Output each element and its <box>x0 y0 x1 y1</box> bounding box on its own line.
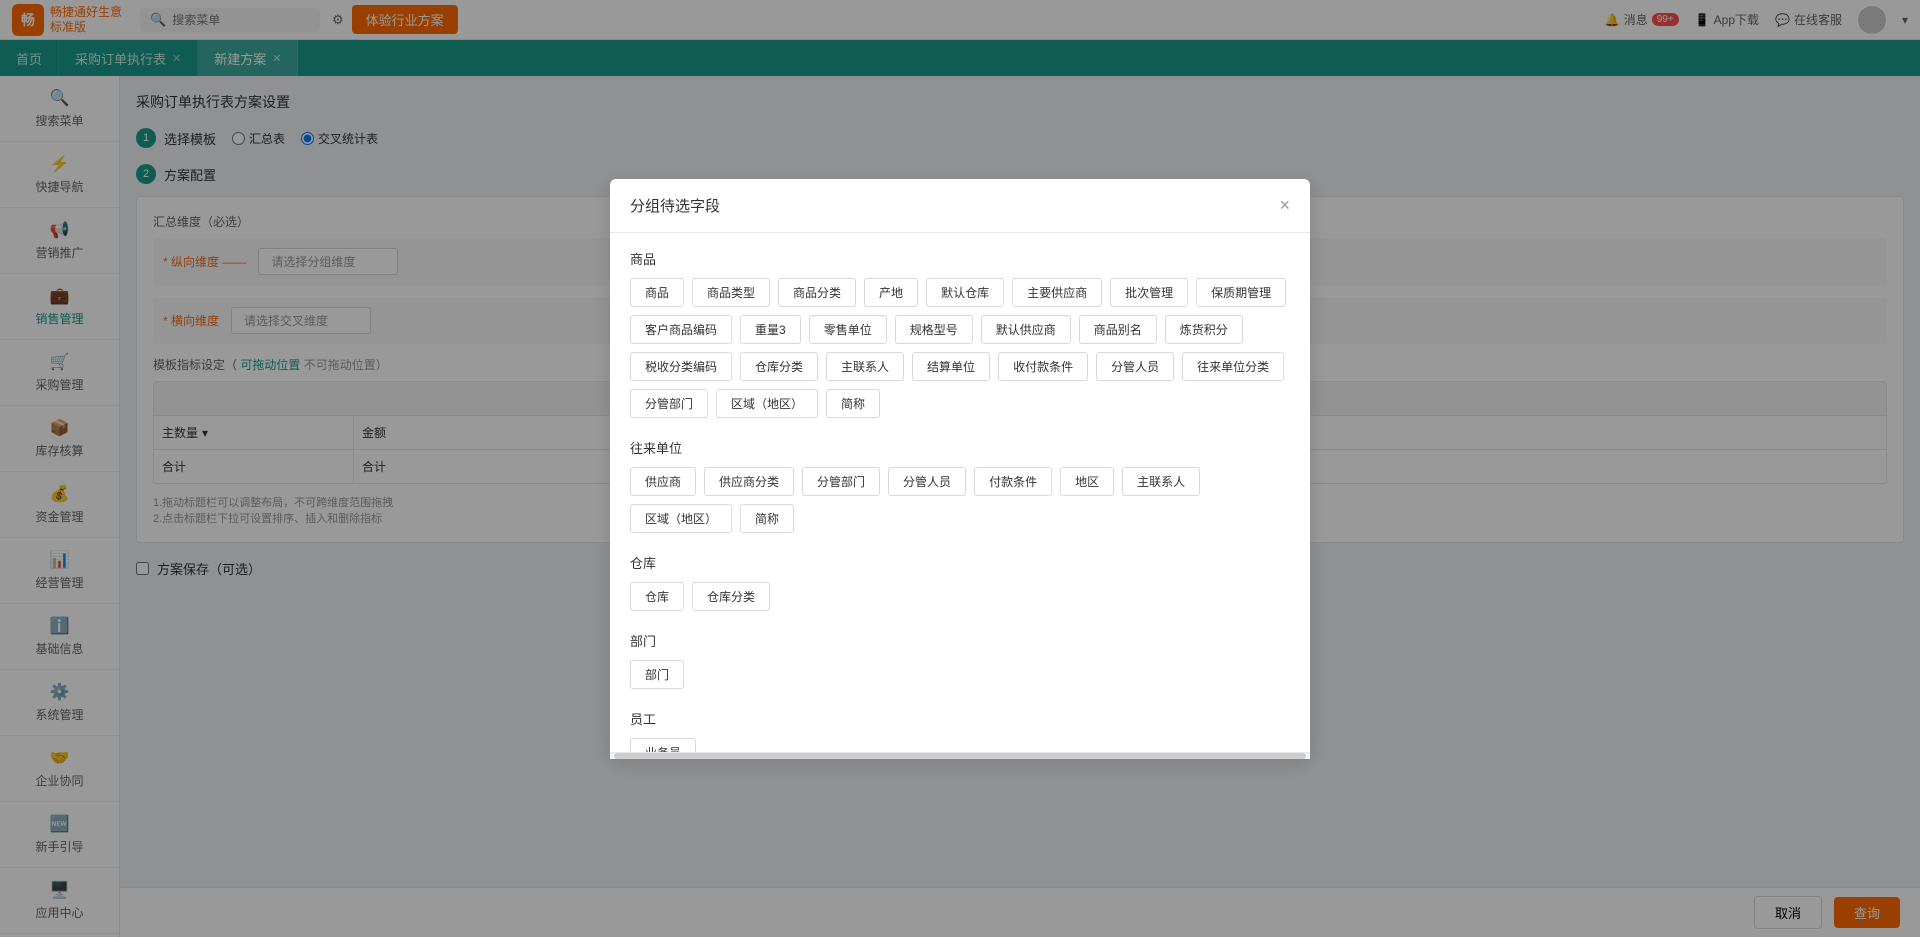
field-tag[interactable]: 商品分类 <box>778 278 856 307</box>
field-tag[interactable]: 主联系人 <box>826 352 904 381</box>
field-group-往来单位: 往来单位供应商供应商分类分管部门分管人员付款条件地区主联系人区域（地区） 简称 <box>630 438 1290 533</box>
field-group-title: 往来单位 <box>630 438 1290 457</box>
field-tag[interactable]: 商品别名 <box>1079 315 1157 344</box>
field-tag[interactable]: 主要供应商 <box>1012 278 1102 307</box>
modal-horizontal-scrollbar[interactable] <box>610 752 1310 759</box>
field-tag[interactable]: 往来单位分类 <box>1182 352 1284 381</box>
hscroll-thumb <box>614 753 1306 759</box>
field-tags: 部门 <box>630 660 1290 689</box>
field-group-title: 仓库 <box>630 553 1290 572</box>
field-tag[interactable]: 客户商品编码 <box>630 315 732 344</box>
modal-overlay[interactable]: 分组待选字段 × 商品商品商品类型商品分类产地默认仓库主要供应商批次管理保质期管… <box>0 0 1920 937</box>
field-tag[interactable]: 业务员 <box>630 738 696 752</box>
field-tag[interactable]: 商品类型 <box>692 278 770 307</box>
field-tag[interactable]: 默认仓库 <box>926 278 1004 307</box>
field-group-员工: 员工业务员 <box>630 709 1290 752</box>
field-tag[interactable]: 仓库分类 <box>692 582 770 611</box>
field-tag[interactable]: 炼货积分 <box>1165 315 1243 344</box>
field-tag[interactable]: 供应商 <box>630 467 696 496</box>
field-tag[interactable]: 商品 <box>630 278 684 307</box>
field-tag[interactable]: 分管人员 <box>888 467 966 496</box>
field-tag[interactable]: 供应商分类 <box>704 467 794 496</box>
field-tag[interactable]: 区域（地区） <box>630 504 732 533</box>
field-tags: 业务员 <box>630 738 1290 752</box>
field-tag[interactable]: 区域（地区） <box>716 389 818 418</box>
field-tag[interactable]: 主联系人 <box>1122 467 1200 496</box>
field-tag[interactable]: 税收分类编码 <box>630 352 732 381</box>
field-tag[interactable]: 批次管理 <box>1110 278 1188 307</box>
field-tag[interactable]: 仓库 <box>630 582 684 611</box>
field-group-商品: 商品商品商品类型商品分类产地默认仓库主要供应商批次管理保质期管理客户商品编码重量… <box>630 249 1290 418</box>
field-tag[interactable]: 地区 <box>1060 467 1114 496</box>
field-tag[interactable]: 分管人员 <box>1096 352 1174 381</box>
field-tag[interactable]: 产地 <box>864 278 918 307</box>
field-tag[interactable]: 结算单位 <box>912 352 990 381</box>
field-tag[interactable]: 部门 <box>630 660 684 689</box>
field-tag[interactable]: 收付款条件 <box>998 352 1088 381</box>
field-group-title: 商品 <box>630 249 1290 268</box>
field-tag[interactable]: 简称 <box>826 389 880 418</box>
field-tag[interactable]: 零售单位 <box>809 315 887 344</box>
field-tags: 仓库仓库分类 <box>630 582 1290 611</box>
field-tags: 供应商供应商分类分管部门分管人员付款条件地区主联系人区域（地区） 简称 <box>630 467 1290 533</box>
field-group-仓库: 仓库仓库仓库分类 <box>630 553 1290 611</box>
modal-header: 分组待选字段 × <box>610 179 1310 233</box>
field-tag[interactable]: 规格型号 <box>895 315 973 344</box>
field-tag[interactable]: 分管部门 <box>630 389 708 418</box>
field-tag[interactable]: 付款条件 <box>974 467 1052 496</box>
field-tag[interactable]: 重量3 <box>740 315 801 344</box>
field-tag[interactable]: 仓库分类 <box>740 352 818 381</box>
modal-title: 分组待选字段 <box>630 195 720 216</box>
field-group-title: 员工 <box>630 709 1290 728</box>
field-group-title: 部门 <box>630 631 1290 650</box>
modal-dialog: 分组待选字段 × 商品商品商品类型商品分类产地默认仓库主要供应商批次管理保质期管… <box>610 179 1310 759</box>
field-tag[interactable]: 保质期管理 <box>1196 278 1286 307</box>
field-group-部门: 部门部门 <box>630 631 1290 689</box>
field-tag[interactable]: 分管部门 <box>802 467 880 496</box>
modal-close-button[interactable]: × <box>1279 195 1290 216</box>
modal-body: 商品商品商品类型商品分类产地默认仓库主要供应商批次管理保质期管理客户商品编码重量… <box>610 233 1310 752</box>
field-tags: 商品商品类型商品分类产地默认仓库主要供应商批次管理保质期管理客户商品编码重量3 零… <box>630 278 1290 418</box>
field-tag[interactable]: 默认供应商 <box>981 315 1071 344</box>
field-tag[interactable]: 简称 <box>740 504 794 533</box>
